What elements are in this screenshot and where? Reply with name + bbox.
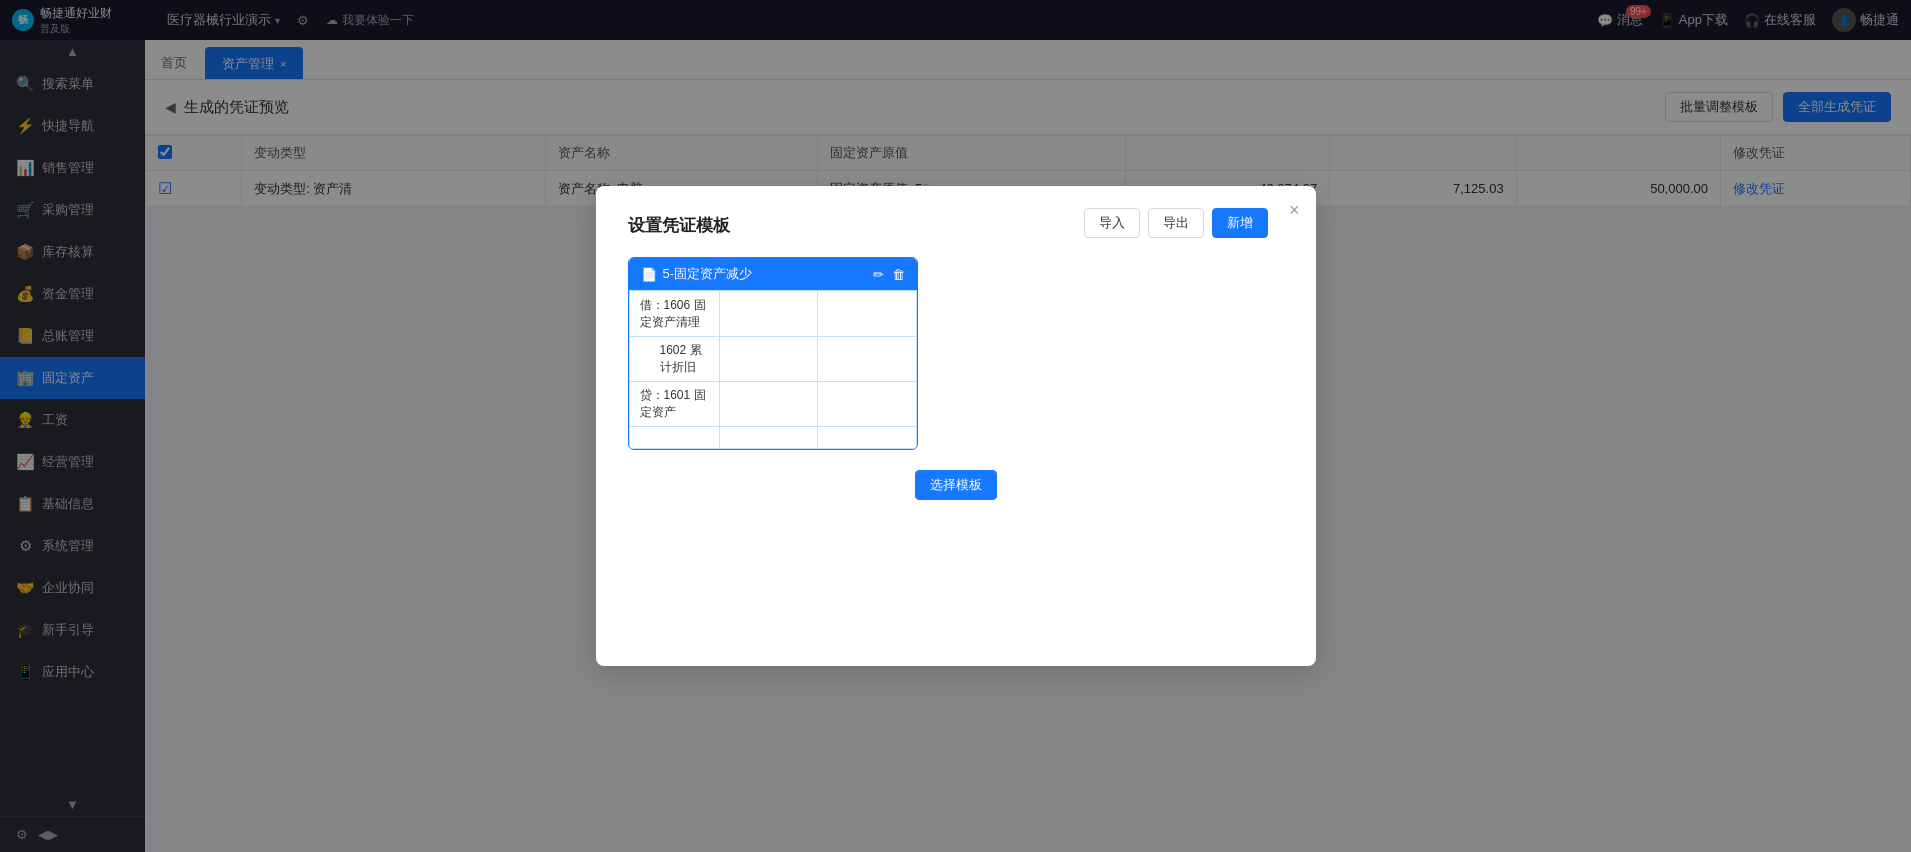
modal-overlay: × 设置凭证模板 导入 导出 新增 📄 5-固定资产减少 ✏ 🗑 bbox=[0, 0, 1911, 852]
entry-type-2: 1602 累计折旧 bbox=[629, 337, 719, 382]
entry-empty-col2 bbox=[719, 427, 818, 449]
modal: × 设置凭证模板 导入 导出 新增 📄 5-固定资产减少 ✏ 🗑 bbox=[596, 186, 1316, 666]
template-card-body: 借：1606 固定资产清理 1602 累计折旧 贷：1601 固定资产 bbox=[629, 290, 917, 449]
entry-debit-3 bbox=[719, 382, 818, 427]
entry-empty-col1 bbox=[629, 427, 719, 449]
template-card-header: 📄 5-固定资产减少 ✏ 🗑 bbox=[629, 258, 917, 290]
template-entry-empty bbox=[629, 427, 916, 449]
template-card: 📄 5-固定资产减少 ✏ 🗑 借：1606 固定资产清理 bbox=[628, 257, 918, 450]
entry-debit-1 bbox=[719, 291, 818, 337]
entry-type-3: 贷：1601 固定资产 bbox=[629, 382, 719, 427]
template-table: 借：1606 固定资产清理 1602 累计折旧 贷：1601 固定资产 bbox=[629, 290, 917, 449]
template-entry-row: 1602 累计折旧 bbox=[629, 337, 916, 382]
template-delete-icon[interactable]: 🗑 bbox=[892, 267, 905, 282]
import-btn[interactable]: 导入 bbox=[1084, 208, 1140, 238]
entry-credit-3 bbox=[818, 382, 917, 427]
modal-close-btn[interactable]: × bbox=[1289, 200, 1300, 221]
new-template-btn[interactable]: 新增 bbox=[1212, 208, 1268, 238]
entry-debit-2 bbox=[719, 337, 818, 382]
modal-actions: 导入 导出 新增 bbox=[1084, 208, 1268, 238]
template-entry-row: 贷：1601 固定资产 bbox=[629, 382, 916, 427]
entry-empty-col3 bbox=[818, 427, 917, 449]
template-doc-icon: 📄 bbox=[641, 267, 657, 282]
export-btn[interactable]: 导出 bbox=[1148, 208, 1204, 238]
select-template-btn[interactable]: 选择模板 bbox=[915, 470, 997, 500]
template-name: 5-固定资产减少 bbox=[663, 265, 753, 283]
entry-credit-2 bbox=[818, 337, 917, 382]
template-card-header-actions: ✏ 🗑 bbox=[873, 267, 905, 282]
template-edit-icon[interactable]: ✏ bbox=[873, 267, 884, 282]
template-card-header-left: 📄 5-固定资产减少 bbox=[641, 265, 753, 283]
entry-credit-1 bbox=[818, 291, 917, 337]
template-entry-row: 借：1606 固定资产清理 bbox=[629, 291, 916, 337]
entry-type-1: 借：1606 固定资产清理 bbox=[629, 291, 719, 337]
